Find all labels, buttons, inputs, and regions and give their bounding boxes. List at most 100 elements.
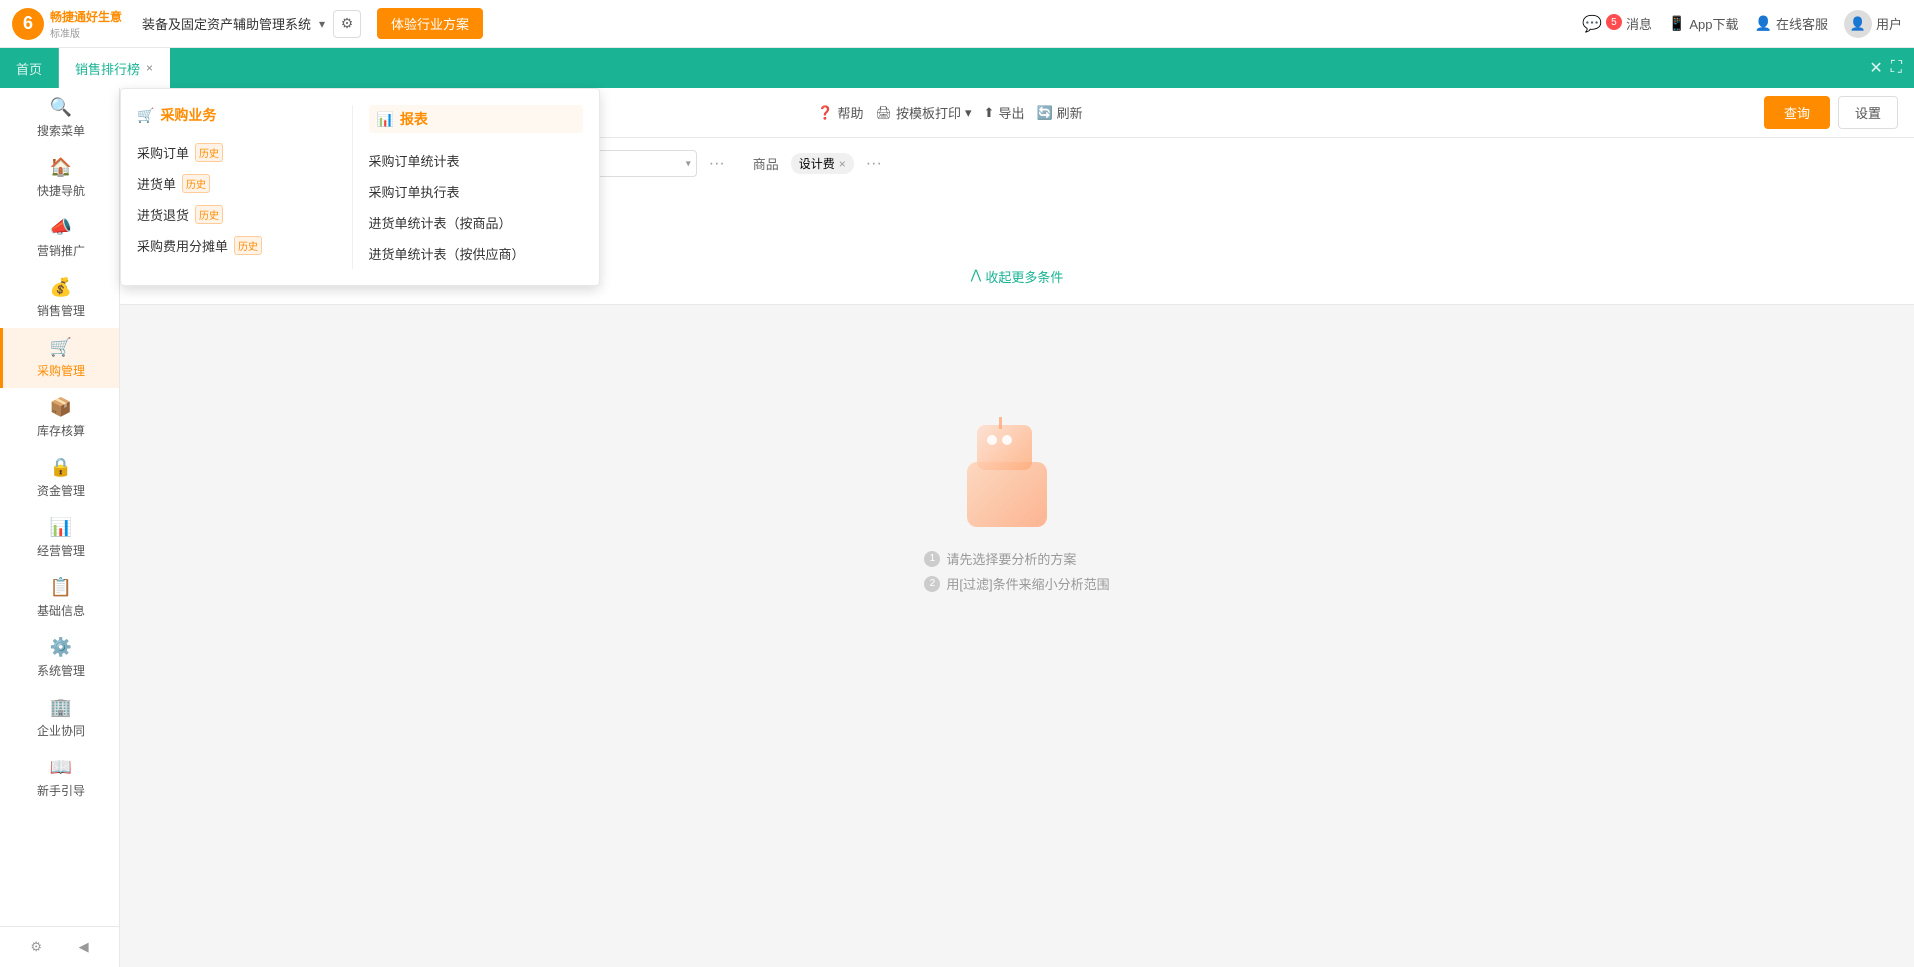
tab-close-icon[interactable]: × bbox=[146, 61, 153, 75]
export-icon: ⬆ bbox=[984, 105, 995, 121]
finance-icon: 🔒 bbox=[50, 457, 72, 478]
goods-return-label: 进货退货 bbox=[137, 205, 189, 224]
sidebar-item-marketing-label: 营销推广 bbox=[37, 242, 85, 259]
dropdown-item-purchase-order[interactable]: 采购订单 历史 bbox=[137, 137, 352, 168]
tab-sales-ranking-label: 销售排行榜 bbox=[75, 59, 140, 78]
sidebar-item-quick-nav[interactable]: 🏠 快捷导航 bbox=[0, 148, 119, 208]
tab-home[interactable]: 首页 bbox=[0, 48, 59, 88]
app-download-label: App下载 bbox=[1689, 14, 1738, 33]
refresh-label: 刷新 bbox=[1057, 103, 1083, 122]
logo-area: 6 畅捷通好生意 标准版 bbox=[12, 8, 132, 40]
purchase-title-icon: 🛒 bbox=[137, 107, 154, 124]
industry-btn[interactable]: 体验行业方案 bbox=[377, 8, 483, 39]
dropdown-item-goods-receipt[interactable]: 进货单 历史 bbox=[137, 168, 352, 199]
sidebar-item-marketing[interactable]: 📣 营销推广 bbox=[0, 208, 119, 268]
goods-receipt-label: 进货单 bbox=[137, 174, 176, 193]
voucher-status-more-icon[interactable]: ··· bbox=[709, 155, 725, 173]
goods-more-icon[interactable]: ··· bbox=[866, 155, 882, 173]
goods-return-hist: 历史 bbox=[195, 205, 223, 224]
tab-maximize-icon[interactable]: ⛶ bbox=[1891, 59, 1902, 77]
sidebar-item-operations[interactable]: 📊 经营管理 bbox=[0, 508, 119, 568]
user-btn[interactable]: 👤 用户 bbox=[1844, 10, 1902, 38]
tab-sales-ranking[interactable]: 销售排行榜 × bbox=[59, 48, 170, 88]
hint1-bullet: 1 bbox=[924, 551, 940, 567]
system-dropdown-btn[interactable]: ▾ bbox=[319, 17, 325, 31]
dropdown-item-purchase-expense[interactable]: 采购费用分摊单 历史 bbox=[137, 230, 352, 261]
sales-icon: 💰 bbox=[50, 277, 72, 298]
tab-bar: 首页 销售排行榜 × ✕ ⛶ bbox=[0, 48, 1914, 88]
sidebar-item-inventory[interactable]: 📦 库存核算 bbox=[0, 388, 119, 448]
dropdown-item-po-exec[interactable]: 采购订单执行表 bbox=[369, 176, 584, 207]
logo-icon: 6 bbox=[12, 8, 44, 40]
operations-icon: 📊 bbox=[50, 517, 72, 538]
purchase-dropdown-menu: 🛒 采购业务 采购订单 历史 进货单 历史 进货退货 历史 采购费用分摊单 历史… bbox=[120, 88, 600, 286]
purchase-business-col: 🛒 采购业务 采购订单 历史 进货单 历史 进货退货 历史 采购费用分摊单 历史 bbox=[137, 105, 352, 269]
dropdown-item-goods-return[interactable]: 进货退货 历史 bbox=[137, 199, 352, 230]
purchase-business-title: 🛒 采购业务 bbox=[137, 105, 352, 125]
goods-tag-remove-icon[interactable]: × bbox=[839, 157, 846, 171]
app-download-btn[interactable]: 📱 App下载 bbox=[1668, 14, 1739, 33]
enterprise-icon: 🏢 bbox=[50, 697, 72, 718]
user-avatar: 👤 bbox=[1844, 10, 1872, 38]
refresh-btn[interactable]: 🔄 刷新 bbox=[1036, 103, 1082, 122]
app-icon: 📱 bbox=[1668, 15, 1685, 32]
home-icon: 🏠 bbox=[50, 157, 72, 178]
message-icon: 💬 bbox=[1582, 14, 1602, 34]
collapse-icon: ⋀ bbox=[971, 267, 982, 286]
marketing-icon: 📣 bbox=[50, 217, 72, 238]
sidebar-item-sales-label: 销售管理 bbox=[37, 302, 85, 319]
sidebar-item-enterprise[interactable]: 🏢 企业协同 bbox=[0, 688, 119, 748]
goods-tag-text: 设计费 bbox=[799, 155, 835, 172]
service-icon: 👤 bbox=[1755, 15, 1772, 32]
purchase-order-hist: 历史 bbox=[195, 143, 223, 162]
base-info-icon: 📋 bbox=[50, 577, 72, 598]
po-stats-label: 采购订单统计表 bbox=[369, 151, 460, 170]
goods-tag: 设计费 × bbox=[791, 153, 854, 174]
settings-page-btn[interactable]: 设置 bbox=[1838, 96, 1898, 129]
sidebar-collapse-icon[interactable]: ◀ bbox=[79, 939, 89, 955]
po-exec-label: 采购订单执行表 bbox=[369, 182, 460, 201]
dropdown-item-po-stats[interactable]: 采购订单统计表 bbox=[369, 145, 584, 176]
sidebar-item-search-label: 搜索菜单 bbox=[37, 122, 85, 139]
sidebar-item-sales[interactable]: 💰 销售管理 bbox=[0, 268, 119, 328]
message-badge: 5 bbox=[1606, 14, 1622, 30]
help-btn[interactable]: ❓ 帮助 bbox=[817, 103, 863, 122]
sidebar-item-finance-label: 资金管理 bbox=[37, 482, 85, 499]
sidebar-item-base-info-label: 基础信息 bbox=[37, 602, 85, 619]
print-dropdown-icon: ▾ bbox=[965, 105, 972, 121]
sidebar-item-inventory-label: 库存核算 bbox=[37, 422, 85, 439]
top-bar: 6 畅捷通好生意 标准版 装备及固定资产辅助管理系统 ▾ ⚙ 体验行业方案 💬 … bbox=[0, 0, 1914, 48]
print-btn[interactable]: 🖨 按模板打印 ▾ bbox=[875, 103, 971, 122]
top-right-area: 💬 5 消息 📱 App下载 👤 在线客服 👤 用户 bbox=[1582, 10, 1902, 38]
sidebar-item-finance[interactable]: 🔒 资金管理 bbox=[0, 448, 119, 508]
online-service-label: 在线客服 bbox=[1776, 14, 1828, 33]
purchase-expense-hist: 历史 bbox=[234, 236, 262, 255]
toolbar-actions: ❓ 帮助 🖨 按模板打印 ▾ ⬆ 导出 🔄 刷新 bbox=[817, 103, 1082, 122]
settings-icon[interactable]: ⚙ bbox=[333, 10, 361, 38]
report-title-icon: 📊 bbox=[377, 111, 394, 128]
report-title: 📊 报表 bbox=[369, 105, 584, 133]
purchase-icon: 🛒 bbox=[50, 337, 72, 358]
tab-bar-right: ✕ ⛶ bbox=[1869, 58, 1914, 78]
sidebar-item-purchase[interactable]: 🛒 采购管理 bbox=[0, 328, 119, 388]
message-btn[interactable]: 💬 5 消息 bbox=[1582, 14, 1652, 34]
dropdown-item-receipt-by-supplier[interactable]: 进货单统计表（按供应商） bbox=[369, 238, 584, 269]
sidebar-item-system[interactable]: ⚙️ 系统管理 bbox=[0, 628, 119, 688]
system-title-area: 装备及固定资产辅助管理系统 ▾ ⚙ 体验行业方案 bbox=[142, 8, 1582, 39]
goods-label: 商品 bbox=[753, 154, 779, 173]
sidebar-settings-icon[interactable]: ⚙ bbox=[30, 939, 42, 955]
query-btn[interactable]: 查询 bbox=[1764, 96, 1830, 129]
purchase-title-label: 采购业务 bbox=[160, 105, 216, 125]
online-service-btn[interactable]: 👤 在线客服 bbox=[1755, 14, 1828, 33]
sidebar-item-quick-nav-label: 快捷导航 bbox=[37, 182, 85, 199]
sidebar-item-guide[interactable]: 📖 新手引导 bbox=[0, 748, 119, 808]
dropdown-item-receipt-by-goods[interactable]: 进货单统计表（按商品） bbox=[369, 207, 584, 238]
empty-illustration bbox=[947, 417, 1087, 537]
sidebar-item-search[interactable]: 🔍 搜索菜单 bbox=[0, 88, 119, 148]
receipt-by-supplier-label: 进货单统计表（按供应商） bbox=[369, 244, 525, 263]
help-icon: ❓ bbox=[817, 105, 833, 121]
tab-close-all-icon[interactable]: ✕ bbox=[1869, 58, 1882, 78]
export-btn[interactable]: ⬆ 导出 bbox=[984, 103, 1025, 122]
sidebar-item-base-info[interactable]: 📋 基础信息 bbox=[0, 568, 119, 628]
user-label: 用户 bbox=[1876, 14, 1902, 33]
